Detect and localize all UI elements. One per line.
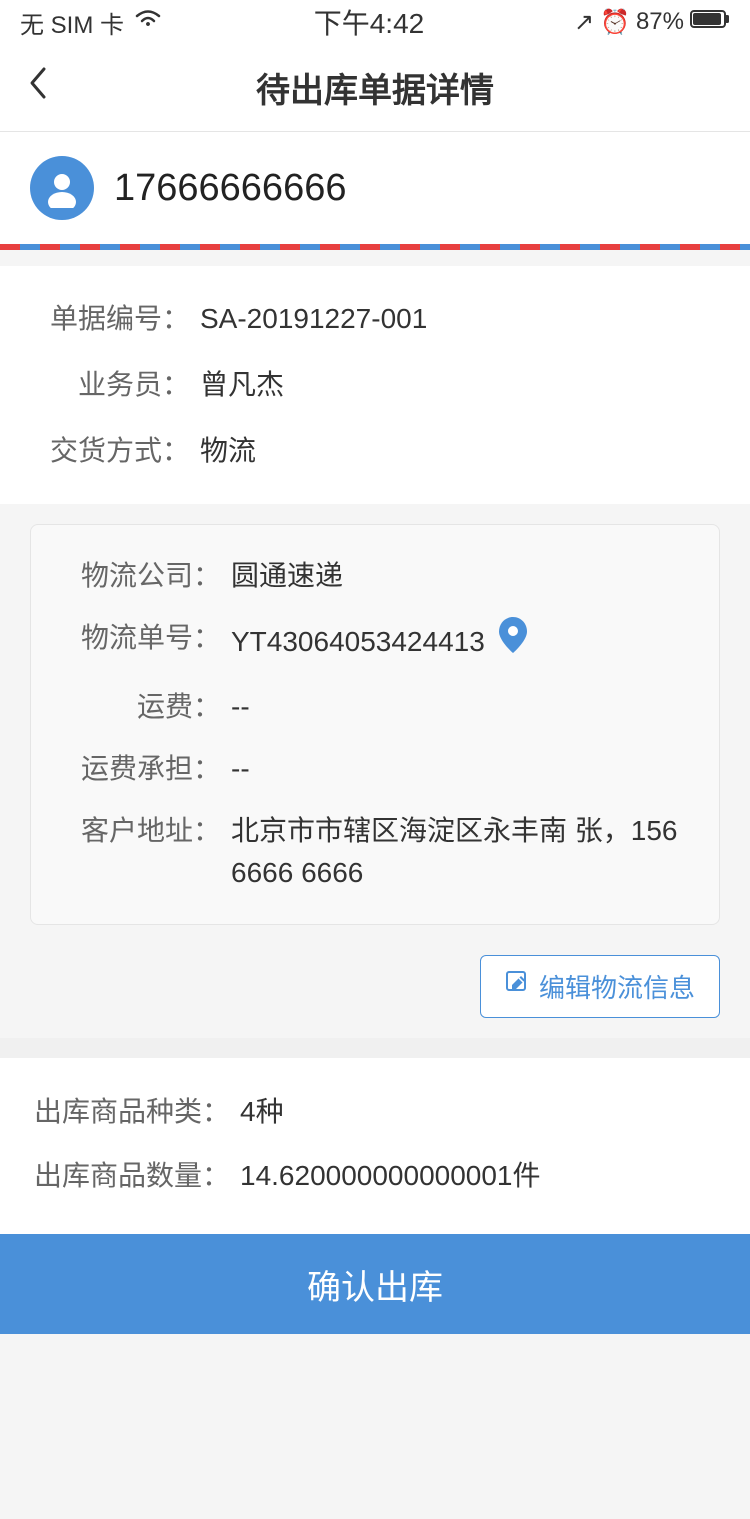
wifi-icon [132,8,164,37]
location-icon: ↗ [574,8,594,37]
logistics-company-row: 物流公司： 圆通速递 [61,545,689,607]
tracking-no-row: 物流单号： YT43064053424413 [61,607,689,676]
battery-icon [690,8,730,37]
goods-quantity-row: 出库商品数量： 14.620000000000001件 [30,1142,720,1206]
goods-type-label: 出库商品种类： [30,1090,230,1130]
dashed-divider [0,244,750,250]
tracking-no-value: YT43064053424413 [231,617,689,666]
page-title: 待出库单据详情 [256,63,494,112]
status-left: 无 SIM 卡 [20,5,164,40]
order-no-row: 单据编号： SA-20191227-001 [30,286,720,352]
edit-icon [505,970,531,1003]
freight-bearer-value: -- [231,748,689,790]
salesman-value: 曾凡杰 [200,364,720,406]
tracking-no-label: 物流单号： [61,617,221,659]
freight-row: 运费： -- [61,676,689,738]
order-no-label: 单据编号： [30,298,190,340]
avatar [30,156,94,220]
delivery-label: 交货方式： [30,430,190,472]
battery-text: 87% [636,8,684,36]
salesman-label: 业务员： [30,364,190,406]
address-row: 客户地址： 北京市市辖区海淀区永丰南 张，156 6666 6666 [61,800,689,904]
edit-logistics-button[interactable]: 编辑物流信息 [480,955,720,1018]
edit-logistics-label: 编辑物流信息 [539,968,695,1005]
logistics-card: 物流公司： 圆通速递 物流单号： YT43064053424413 运费： --… [30,524,720,925]
goods-type-row: 出库商品种类： 4种 [30,1078,720,1142]
order-no-value: SA-20191227-001 [200,298,720,340]
status-bar: 无 SIM 卡 下午4:42 ↗ ⏰ 87% [0,0,750,44]
goods-quantity-label: 出库商品数量： [30,1154,230,1194]
nav-bar: 待出库单据详情 [0,44,750,132]
freight-label: 运费： [61,686,221,728]
location-pin-icon[interactable] [497,617,529,666]
freight-bearer-label: 运费承担： [61,748,221,790]
status-right: ↗ ⏰ 87% [574,8,730,37]
status-time: 下午4:42 [314,2,425,42]
logistics-company-value: 圆通速递 [231,555,689,597]
bottom-spacer [0,1319,750,1519]
back-button[interactable] [24,61,52,114]
customer-header: 17666666666 [0,132,750,244]
sim-text: 无 SIM 卡 [20,5,124,40]
confirm-button[interactable]: 确认出库 [0,1234,750,1334]
alarm-icon: ⏰ [600,8,630,37]
salesman-row: 业务员： 曾凡杰 [30,352,720,418]
goods-type-value: 4种 [240,1090,720,1130]
address-label: 客户地址： [61,810,221,852]
goods-section: 出库商品种类： 4种 出库商品数量： 14.620000000000001件 [0,1058,750,1226]
logistics-company-label: 物流公司： [61,555,221,597]
customer-phone: 17666666666 [114,167,346,210]
goods-quantity-value: 14.620000000000001件 [240,1154,720,1194]
edit-btn-row: 编辑物流信息 [0,945,750,1038]
delivery-value: 物流 [200,430,720,472]
confirm-label: 确认出库 [307,1260,443,1309]
address-value: 北京市市辖区海淀区永丰南 张，156 6666 6666 [231,810,689,894]
freight-value: -- [231,686,689,728]
freight-bearer-row: 运费承担： -- [61,738,689,800]
section-divider [0,1038,750,1058]
order-info-section: 单据编号： SA-20191227-001 业务员： 曾凡杰 交货方式： 物流 [0,266,750,504]
delivery-row: 交货方式： 物流 [30,418,720,484]
